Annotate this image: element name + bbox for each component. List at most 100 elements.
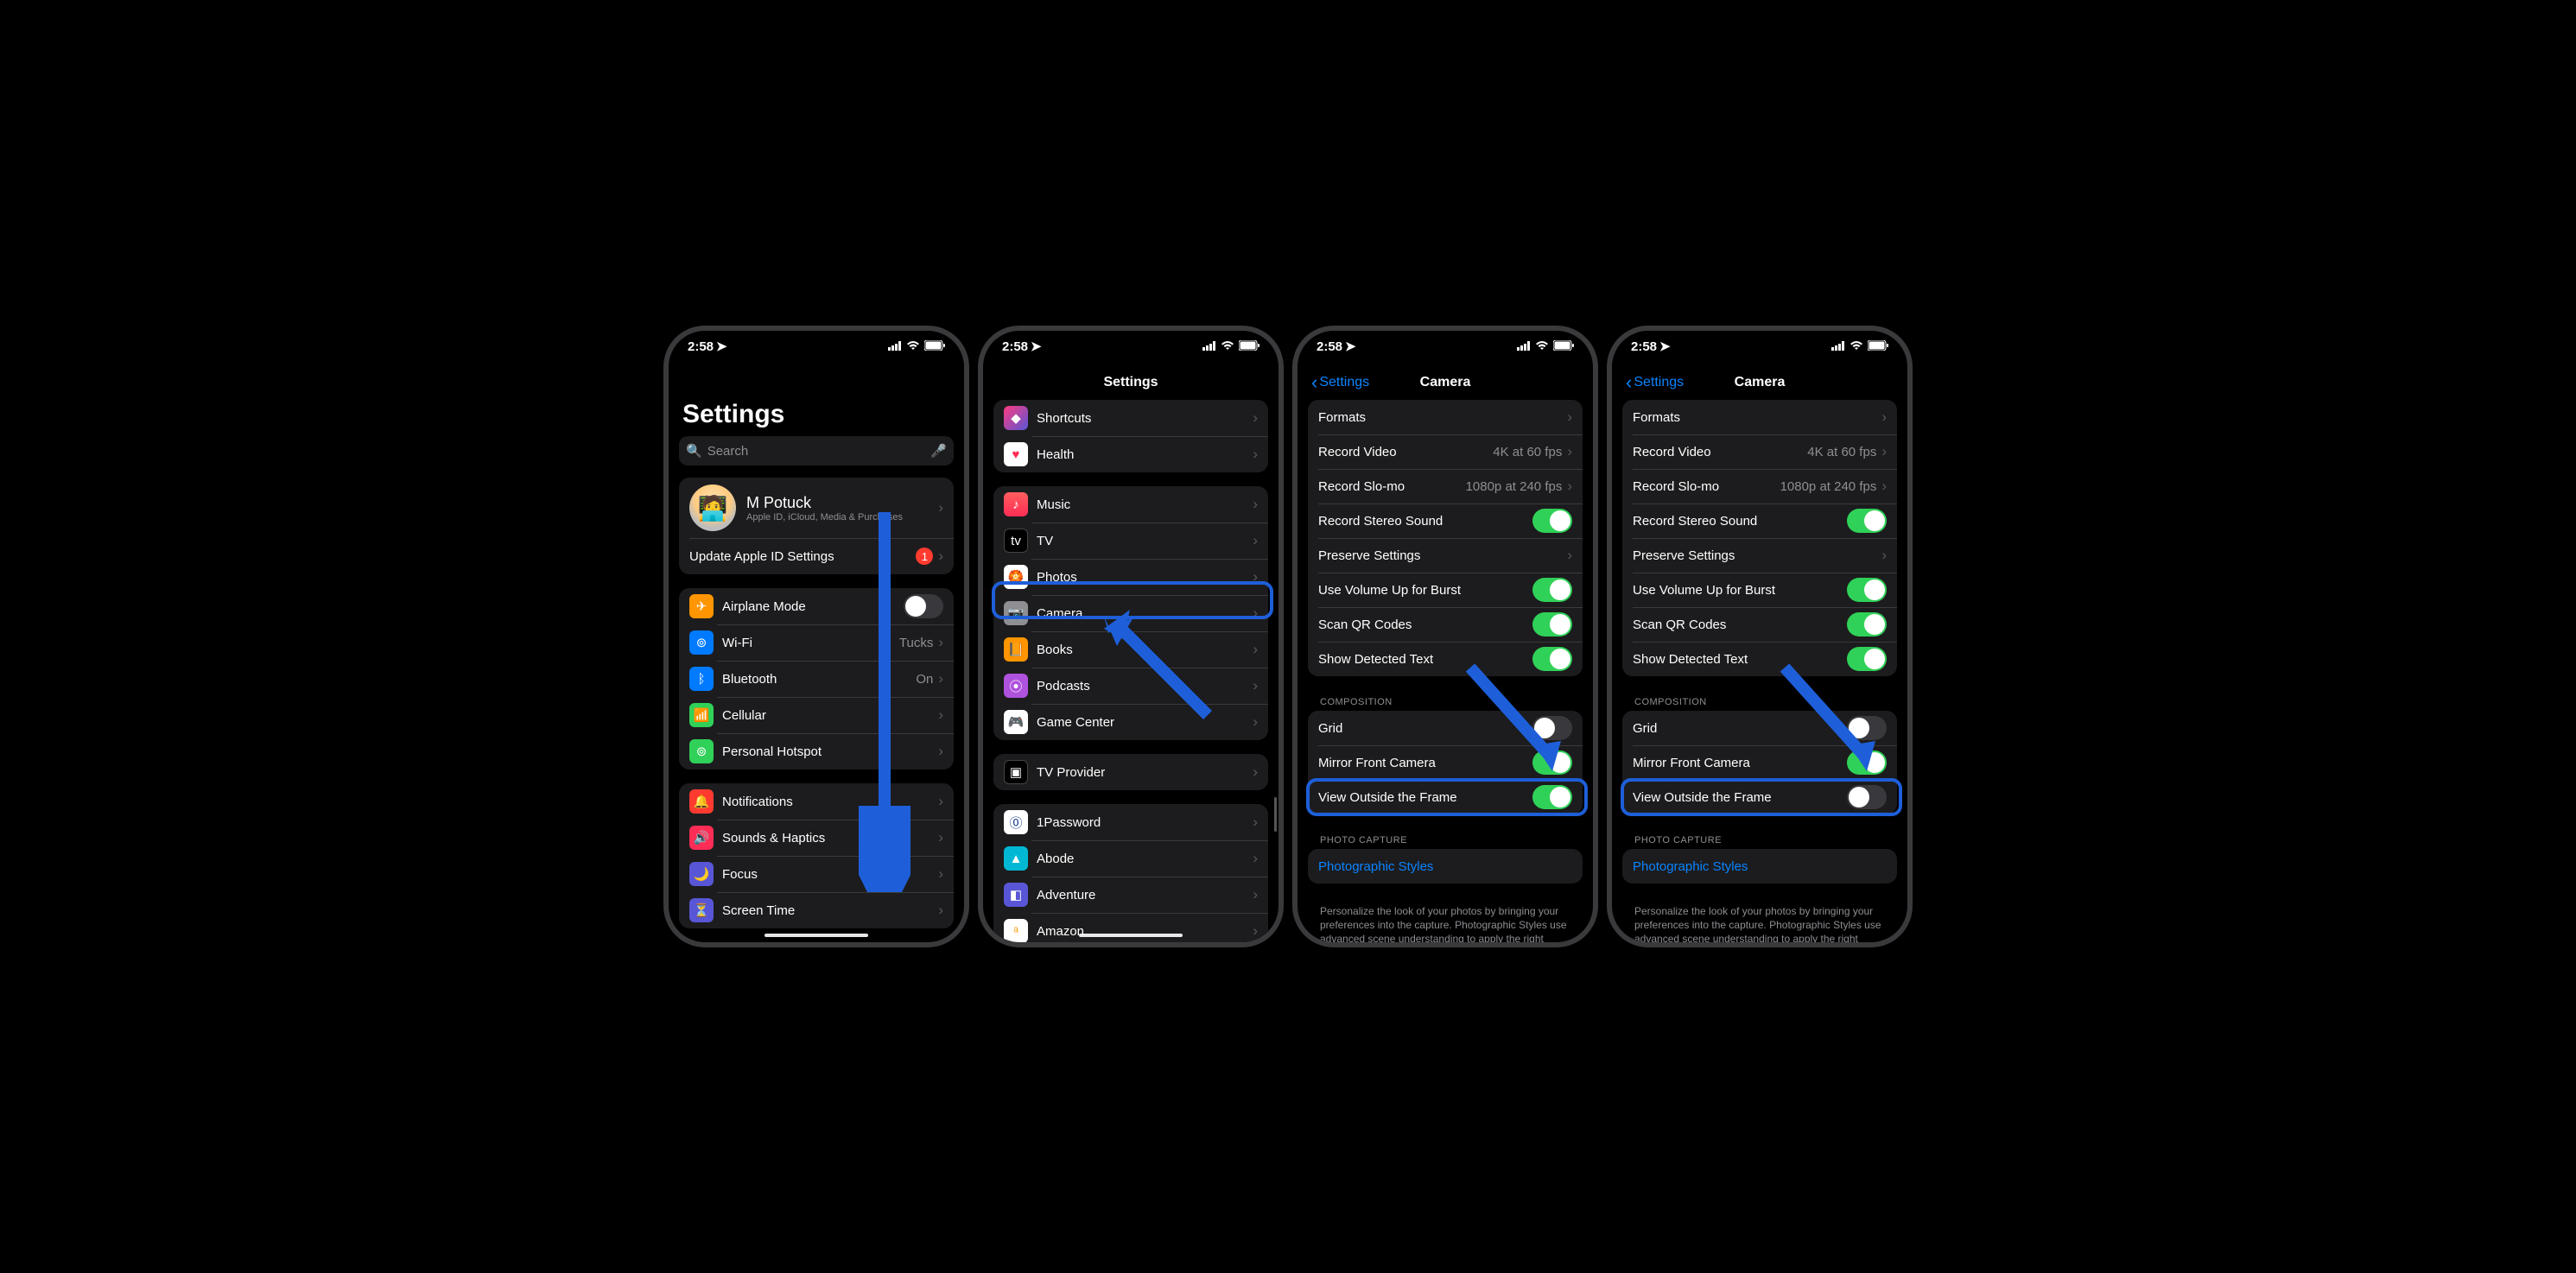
wifi-icon xyxy=(1535,339,1549,354)
gamecenter-row[interactable]: 🎮 Game Center › xyxy=(993,704,1268,740)
hotspot-row[interactable]: ⊚ Personal Hotspot › xyxy=(679,733,954,770)
status-time: 2:58 xyxy=(1317,339,1342,354)
row-label: TV xyxy=(1037,534,1253,548)
notifications-row[interactable]: 🔔 Notifications › xyxy=(679,783,954,820)
notch xyxy=(1376,331,1514,355)
grid-toggle[interactable] xyxy=(1532,716,1572,740)
row-label: Record Stereo Sound xyxy=(1318,514,1532,529)
chevron-right-icon: › xyxy=(1253,641,1258,658)
sounds-row[interactable]: 🔊 Sounds & Haptics › xyxy=(679,820,954,856)
tvprovider-row[interactable]: ▣ TV Provider › xyxy=(993,754,1268,790)
detected-toggle[interactable] xyxy=(1847,647,1887,671)
volburst-toggle[interactable] xyxy=(1847,578,1887,602)
battery-icon xyxy=(1239,339,1259,354)
1password-icon: ⓪ xyxy=(1004,810,1028,834)
amazon-row[interactable]: ᵃ Amazon › xyxy=(993,913,1268,942)
notch xyxy=(1062,331,1200,355)
1password-row[interactable]: ⓪ 1Password › xyxy=(993,804,1268,840)
qr-toggle[interactable] xyxy=(1847,612,1887,636)
battery-icon xyxy=(1868,339,1888,354)
back-label: Settings xyxy=(1634,375,1684,390)
home-indicator[interactable] xyxy=(1079,934,1183,937)
badge-count: 1 xyxy=(916,548,933,565)
books-row[interactable]: 📙 Books › xyxy=(993,631,1268,668)
battery-icon xyxy=(1553,339,1574,354)
record-slomo-row[interactable]: Record Slo-mo1080p at 240 fps› xyxy=(1308,469,1583,504)
signal-icon xyxy=(888,339,902,354)
view-outside-toggle[interactable] xyxy=(1847,785,1887,809)
update-apple-id-row[interactable]: Update Apple ID Settings 1 › xyxy=(679,538,954,574)
detected-toggle[interactable] xyxy=(1532,647,1572,671)
chevron-right-icon: › xyxy=(938,634,943,651)
preserve-row[interactable]: Preserve Settings› xyxy=(1622,538,1897,573)
bluetooth-row[interactable]: ᛒ Bluetooth On › xyxy=(679,661,954,697)
podcasts-row[interactable]: ⦿ Podcasts › xyxy=(993,668,1268,704)
chevron-right-icon: › xyxy=(1253,713,1258,731)
formats-row[interactable]: Formats› xyxy=(1308,400,1583,434)
row-label: Personal Hotspot xyxy=(722,744,938,759)
camera-row[interactable]: 📷 Camera › xyxy=(993,595,1268,631)
moon-icon: 🌙 xyxy=(689,862,714,886)
stereo-toggle[interactable] xyxy=(1847,509,1887,533)
view-outside-row: View Outside the Frame xyxy=(1622,780,1897,814)
row-label: Game Center xyxy=(1037,715,1253,730)
wifi-icon xyxy=(1221,339,1234,354)
chevron-right-icon: › xyxy=(938,829,943,846)
row-label: Music xyxy=(1037,497,1253,512)
airplane-toggle[interactable] xyxy=(904,594,943,618)
adventure-row[interactable]: ◧ Adventure › xyxy=(993,877,1268,913)
music-row[interactable]: ♪ Music › xyxy=(993,486,1268,522)
nav-bar: ‹Settings Camera xyxy=(1622,365,1897,400)
apple-id-row[interactable]: 🧑‍💻 M Potuck Apple ID, iCloud, Media & P… xyxy=(679,478,954,538)
row-label: Formats xyxy=(1318,410,1567,425)
back-button[interactable]: ‹Settings xyxy=(1626,373,1684,392)
back-button[interactable]: ‹Settings xyxy=(1311,373,1369,392)
styles-footer: Personalize the look of your photos by b… xyxy=(1308,899,1583,942)
chevron-right-icon: › xyxy=(938,902,943,919)
speaker-icon: 🔊 xyxy=(689,826,714,850)
stereo-toggle[interactable] xyxy=(1532,509,1572,533)
record-slomo-row[interactable]: Record Slo-mo1080p at 240 fps› xyxy=(1622,469,1897,504)
qr-toggle[interactable] xyxy=(1532,612,1572,636)
chevron-right-icon: › xyxy=(1253,850,1258,867)
preserve-row[interactable]: Preserve Settings› xyxy=(1308,538,1583,573)
row-label: Focus xyxy=(722,867,938,882)
focus-row[interactable]: 🌙 Focus › xyxy=(679,856,954,892)
chevron-right-icon: › xyxy=(1567,443,1572,460)
mirror-row: Mirror Front Camera xyxy=(1622,745,1897,780)
mirror-toggle[interactable] xyxy=(1847,750,1887,775)
composition-header: Composition xyxy=(1308,692,1583,711)
grid-toggle[interactable] xyxy=(1847,716,1887,740)
mirror-toggle[interactable] xyxy=(1532,750,1572,775)
battery-icon xyxy=(924,339,945,354)
row-label: Airplane Mode xyxy=(722,599,904,614)
record-video-row[interactable]: Record Video4K at 60 fps› xyxy=(1622,434,1897,469)
row-detail: 1080p at 240 fps xyxy=(1466,479,1563,494)
airplane-mode-row[interactable]: ✈︎ Airplane Mode xyxy=(679,588,954,624)
formats-row[interactable]: Formats› xyxy=(1622,400,1897,434)
home-indicator[interactable] xyxy=(765,934,868,937)
styles-row[interactable]: Photographic Styles xyxy=(1308,849,1583,884)
styles-row[interactable]: Photographic Styles xyxy=(1622,849,1897,884)
mic-icon[interactable]: 🎤 xyxy=(930,443,947,459)
row-label: 1Password xyxy=(1037,815,1253,830)
tv-row[interactable]: tv TV › xyxy=(993,522,1268,559)
shortcuts-row[interactable]: ◆ Shortcuts › xyxy=(993,400,1268,436)
nav-bar: Settings xyxy=(993,365,1268,400)
health-row[interactable]: ♥ Health › xyxy=(993,436,1268,472)
wifi-row[interactable]: ⊚ Wi-Fi Tucks › xyxy=(679,624,954,661)
record-video-row[interactable]: Record Video4K at 60 fps› xyxy=(1308,434,1583,469)
search-icon: 🔍 xyxy=(686,443,702,459)
photos-row[interactable]: 🏵️ Photos › xyxy=(993,559,1268,595)
row-label: View Outside the Frame xyxy=(1318,790,1532,805)
row-label: Camera xyxy=(1037,606,1253,621)
screen-time-row[interactable]: ⏳ Screen Time › xyxy=(679,892,954,928)
scroll-indicator[interactable] xyxy=(1274,797,1277,832)
chevron-right-icon: › xyxy=(1253,814,1258,831)
search-input[interactable]: 🔍 Search 🎤 xyxy=(679,436,954,466)
abode-row[interactable]: ▲ Abode › xyxy=(993,840,1268,877)
cellular-row[interactable]: 📶 Cellular › xyxy=(679,697,954,733)
volburst-toggle[interactable] xyxy=(1532,578,1572,602)
view-outside-toggle[interactable] xyxy=(1532,785,1572,809)
stereo-row: Record Stereo Sound xyxy=(1308,504,1583,538)
